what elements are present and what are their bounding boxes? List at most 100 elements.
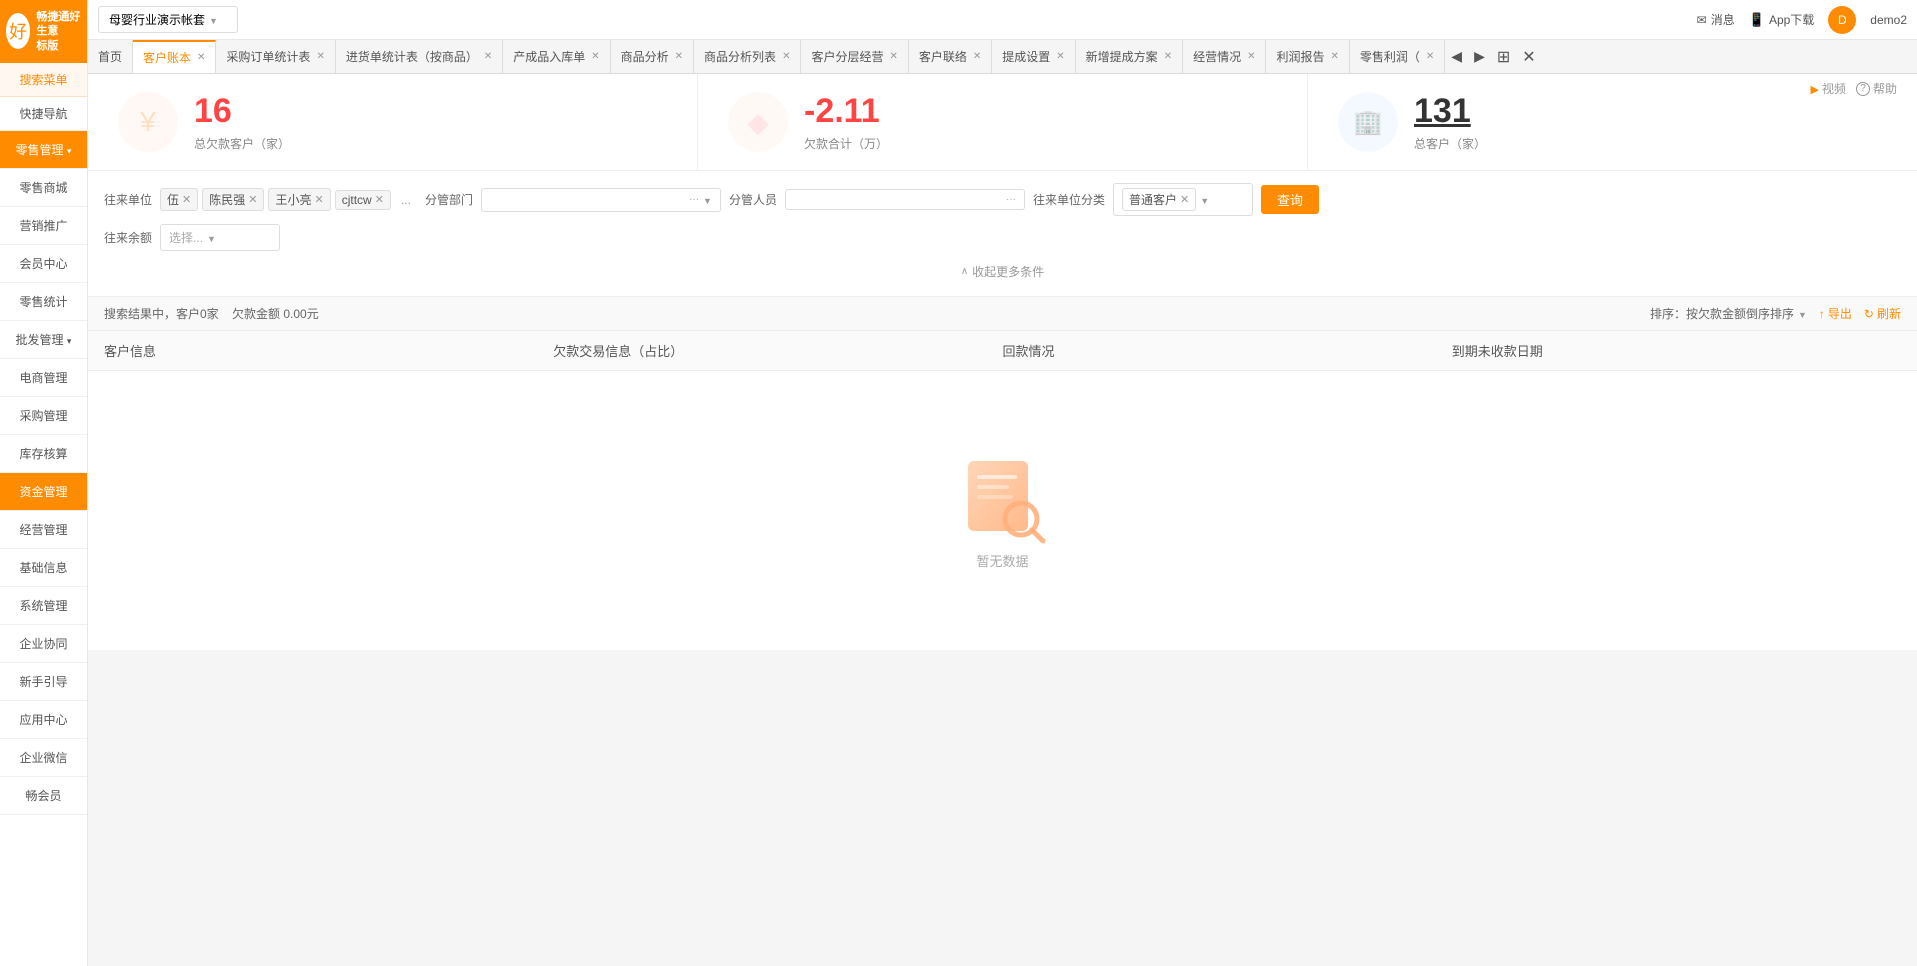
tab-customer-ledger[interactable]: 客户账本 ✕	[133, 40, 216, 74]
sidebar-item-operation[interactable]: 经营管理	[0, 511, 87, 549]
sidebar-item-retail-mall[interactable]: 零售商城	[0, 169, 87, 207]
refresh-button[interactable]: ↻ 刷新	[1864, 305, 1901, 322]
tab-close-product-analysis-list[interactable]: ✕	[782, 51, 790, 62]
video-help-button[interactable]: 视频	[1811, 80, 1846, 97]
sidebar-item-basic[interactable]: 基础信息	[0, 549, 87, 587]
tab-close-retail-profit[interactable]: ✕	[1426, 51, 1434, 62]
remove-tag-chen[interactable]: ✕	[248, 193, 257, 206]
avatar[interactable]: D	[1828, 6, 1856, 34]
tab-close-production[interactable]: ✕	[591, 51, 599, 62]
filter-section: 往来单位 伍 ✕ 陈民强 ✕ 王小亮 ✕ cjttcw	[88, 171, 1917, 297]
sidebar-item-system[interactable]: 系统管理	[0, 587, 87, 625]
tabs-nav-left[interactable]: ◀	[1445, 40, 1468, 74]
person-label: 分管人员	[729, 191, 777, 208]
tab-close-customer-ledger[interactable]: ✕	[197, 52, 205, 63]
help-button[interactable]: ? 帮助	[1856, 80, 1897, 97]
sidebar-quick-nav[interactable]: 快捷导航	[0, 97, 87, 131]
tab-new-commission[interactable]: 新增提成方案 ✕	[1076, 40, 1183, 74]
sidebar-item-wechat[interactable]: 企业微信	[0, 739, 87, 777]
balance-select[interactable]: 选择...	[160, 224, 280, 251]
sidebar-item-ecom[interactable]: 电商管理	[0, 359, 87, 397]
stat-3-number[interactable]: 131	[1414, 92, 1486, 131]
col-collection: 回款情况	[1003, 341, 1452, 360]
message-icon	[1697, 13, 1707, 27]
sidebar-item-marketing[interactable]: 营销推广	[0, 207, 87, 245]
tab-commission-settings[interactable]: 提成设置 ✕	[992, 40, 1075, 74]
tab-close-purchase-order[interactable]: ✕	[316, 51, 324, 62]
topbar-right: 消息 App下载 D demo2	[1697, 6, 1907, 34]
sidebar-item-guide[interactable]: 新手引导	[0, 663, 87, 701]
help-icon: ?	[1856, 82, 1870, 96]
remove-tag-wang[interactable]: ✕	[315, 193, 324, 206]
tab-product-analysis-list[interactable]: 商品分析列表 ✕	[694, 40, 801, 74]
sidebar-item-retail-stat[interactable]: 零售统计	[0, 283, 87, 321]
tab-profit-report[interactable]: 利润报告 ✕	[1266, 40, 1349, 74]
unit-class-select[interactable]: 普通客户 ✕	[1113, 183, 1253, 216]
remove-tag-cjttcw[interactable]: ✕	[375, 193, 384, 206]
sidebar-item-vip[interactable]: 畅会员	[0, 777, 87, 815]
tab-customer-tier[interactable]: 客户分层经营 ✕	[801, 40, 908, 74]
tab-close-profit-report[interactable]: ✕	[1331, 51, 1339, 62]
remove-tag-wu[interactable]: ✕	[182, 193, 191, 206]
filter-more-btn[interactable]: ...	[395, 191, 417, 209]
tab-close-commission-settings[interactable]: ✕	[1056, 51, 1064, 62]
sidebar-item-app-center[interactable]: 应用中心	[0, 701, 87, 739]
stat-3-label: 总客户（家）	[1414, 135, 1486, 152]
account-dropdown[interactable]: 母婴行业演示帐套	[98, 6, 238, 33]
tab-purchase-order[interactable]: 采购订单统计表 ✕	[216, 40, 335, 74]
message-button[interactable]: 消息	[1697, 11, 1735, 28]
tabs-nav-right[interactable]: ▶	[1468, 40, 1491, 74]
filter-tag-cjttcw: cjttcw ✕	[335, 190, 391, 210]
sidebar-item-inventory[interactable]: 库存核算	[0, 435, 87, 473]
video-icon	[1811, 82, 1819, 96]
col-customer-info: 客户信息	[104, 341, 553, 360]
refresh-icon: ↻	[1864, 307, 1874, 321]
remove-unit-class-tag[interactable]: ✕	[1180, 193, 1189, 206]
tab-production[interactable]: 产成品入库单 ✕	[503, 40, 610, 74]
tab-home[interactable]: 首页	[88, 40, 133, 74]
collapse-row: ∧ 收起更多条件	[104, 259, 1901, 284]
sidebar-item-member[interactable]: 会员中心	[0, 245, 87, 283]
person-select[interactable]: ···	[785, 189, 1025, 210]
sidebar-search[interactable]: 搜索菜单	[0, 63, 87, 97]
filter-row-2: 往来余额 选择...	[104, 224, 1901, 251]
sort-dropdown[interactable]: 排序：按欠款金额倒序排序	[1650, 305, 1807, 322]
logo-text: 畅捷通好生意 标版	[36, 10, 81, 53]
phone-icon	[1749, 12, 1765, 28]
tab-close-customer-contact[interactable]: ✕	[973, 51, 981, 62]
tabs-menu[interactable]: ⊞	[1491, 40, 1516, 74]
stat-1-label: 总欠款客户（家）	[194, 135, 290, 152]
username[interactable]: demo2	[1870, 13, 1907, 27]
tab-operation-status[interactable]: 经营情况 ✕	[1183, 40, 1266, 74]
collapse-btn[interactable]: ∧ 收起更多条件	[957, 259, 1048, 284]
sidebar-item-wholesale[interactable]: 批发管理 ▾	[0, 321, 87, 359]
dept-select[interactable]: ···	[481, 188, 721, 212]
tab-retail-profit[interactable]: 零售利润（ ✕	[1350, 40, 1445, 74]
app-download-button[interactable]: App下载	[1749, 11, 1815, 28]
export-icon: ↑	[1819, 307, 1825, 321]
sidebar: 好 畅捷通好生意 标版 搜索菜单 快捷导航 零售管理 ▾ 零售商城 营销推广 会…	[0, 0, 88, 966]
table-empty: 暂无数据	[88, 371, 1917, 650]
tab-close-new-commission[interactable]: ✕	[1164, 51, 1172, 62]
tabs-close-all[interactable]: ✕	[1516, 40, 1541, 74]
stat-3-info: 131 总客户（家）	[1414, 92, 1486, 152]
sidebar-item-coop[interactable]: 企业协同	[0, 625, 87, 663]
filter-tag-wu: 伍 ✕	[160, 188, 198, 211]
tab-close-purchase-stat[interactable]: ✕	[484, 51, 492, 62]
search-button[interactable]: 查询	[1261, 185, 1319, 214]
table-header: 客户信息 欠款交易信息（占比） 回款情况 到期未收款日期	[88, 331, 1917, 371]
sidebar-item-retail[interactable]: 零售管理 ▾	[0, 131, 87, 169]
tab-close-product-analysis[interactable]: ✕	[675, 51, 683, 62]
stat-1-info: 16 总欠款客户（家）	[194, 92, 290, 152]
tab-customer-contact[interactable]: 客户联络 ✕	[909, 40, 992, 74]
sidebar-item-capital[interactable]: 资金管理	[0, 473, 87, 511]
col-overdue-info: 欠款交易信息（占比）	[553, 341, 1002, 360]
tab-close-operation-status[interactable]: ✕	[1247, 51, 1255, 62]
tab-close-customer-tier[interactable]: ✕	[889, 51, 897, 62]
col-due-date: 到期未收款日期	[1452, 341, 1901, 360]
export-button[interactable]: ↑ 导出	[1819, 305, 1852, 322]
tab-purchase-stat[interactable]: 进货单统计表（按商品） ✕	[336, 40, 503, 74]
logo[interactable]: 好 畅捷通好生意 标版	[0, 0, 87, 63]
tab-product-analysis[interactable]: 商品分析 ✕	[611, 40, 694, 74]
sidebar-item-purchase[interactable]: 采购管理	[0, 397, 87, 435]
